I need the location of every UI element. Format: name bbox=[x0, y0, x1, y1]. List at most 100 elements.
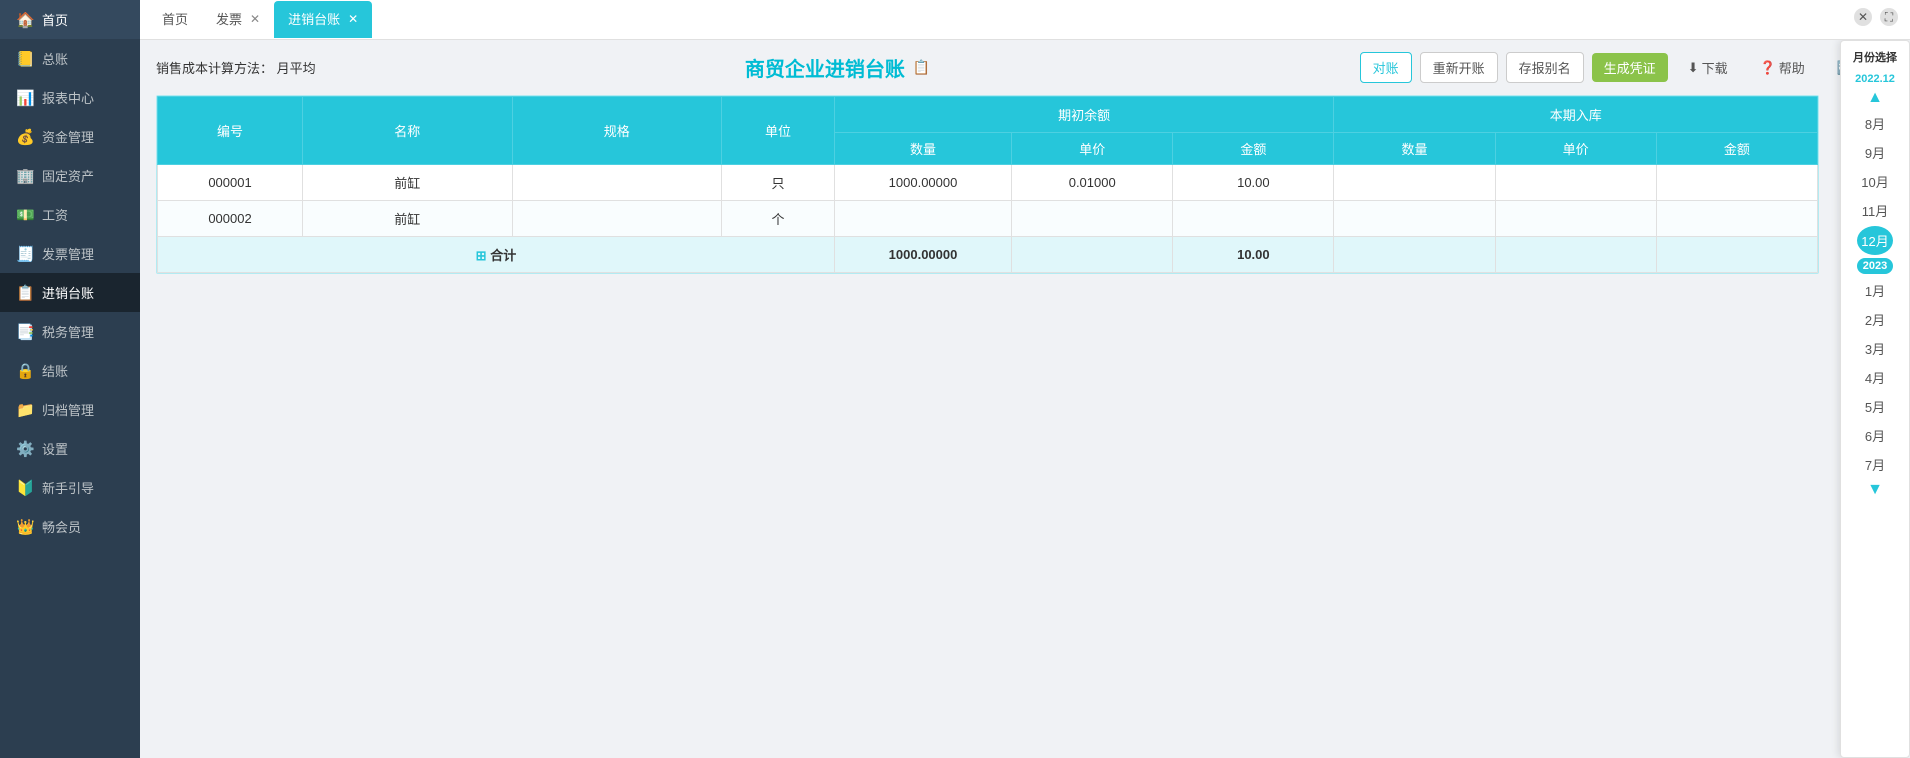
month-item-6[interactable]: 6月 bbox=[1841, 421, 1909, 450]
month-item-11[interactable]: 11月 bbox=[1841, 196, 1909, 225]
guide-icon: 🔰 bbox=[16, 479, 34, 497]
sidebar-item-label: 设置 bbox=[42, 439, 68, 458]
month-item-2[interactable]: 2月 bbox=[1841, 305, 1909, 334]
month-item-8[interactable]: 8月 bbox=[1841, 109, 1909, 138]
sidebar-item-label: 资金管理 bbox=[42, 127, 94, 146]
window-controls: ✕ ⛶ bbox=[1854, 8, 1898, 26]
tab-invoice-close[interactable]: ✕ bbox=[250, 12, 260, 26]
sidebar-item-tax-management[interactable]: 📑 税务管理 bbox=[0, 312, 140, 351]
tab-home[interactable]: 首页 bbox=[148, 1, 202, 38]
table-row[interactable]: 000002 前缸 个 bbox=[158, 201, 1818, 237]
tab-purchase-sales-ledger[interactable]: 进销台账 ✕ bbox=[274, 1, 372, 38]
sidebar-item-fund-management[interactable]: 💰 资金管理 bbox=[0, 117, 140, 156]
generate-voucher-button[interactable]: 生成凭证 bbox=[1592, 53, 1668, 82]
month-nav-down[interactable]: ▼ bbox=[1841, 479, 1909, 501]
total-label: ⊞ 合计 bbox=[158, 237, 835, 273]
help-label: 帮助 bbox=[1779, 58, 1805, 77]
sidebar-item-fixed-assets[interactable]: 🏢 固定资产 bbox=[0, 156, 140, 195]
cost-method-value: 月平均 bbox=[277, 61, 316, 76]
month-item-7[interactable]: 7月 bbox=[1841, 450, 1909, 479]
row-opening-price: 0.01000 bbox=[1012, 165, 1173, 201]
row-spec bbox=[512, 201, 722, 237]
month-item-1[interactable]: 1月 bbox=[1841, 276, 1909, 305]
window-maximize-button[interactable]: ⛶ bbox=[1880, 8, 1898, 26]
row-in-amount bbox=[1656, 165, 1817, 201]
download-label: 下载 bbox=[1702, 58, 1728, 77]
row-in-qty bbox=[1334, 201, 1495, 237]
current-year-label: 2022.12 bbox=[1855, 73, 1895, 85]
sidebar-item-label: 固定资产 bbox=[42, 166, 94, 185]
tab-purchase-sales-close[interactable]: ✕ bbox=[348, 12, 358, 26]
month-panel-title: 月份选择 bbox=[1849, 49, 1901, 65]
tab-bar: 首页 发票 ✕ 进销台账 ✕ ✕ ⛶ bbox=[140, 0, 1910, 40]
main-table-wrapper: 编号 名称 规格 单位 期初余额 本期入库 数量 单价 金额 数量 单价 金额 bbox=[156, 95, 1819, 274]
sidebar-item-label: 总账 bbox=[42, 49, 68, 68]
sidebar-item-label: 发票管理 bbox=[42, 244, 94, 263]
col-in-price: 单价 bbox=[1495, 133, 1656, 165]
month-item-3[interactable]: 3月 bbox=[1841, 334, 1909, 363]
sidebar-item-settings[interactable]: ⚙️ 设置 bbox=[0, 429, 140, 468]
payroll-icon: 💵 bbox=[16, 206, 34, 224]
total-in-qty bbox=[1334, 237, 1495, 273]
sidebar-item-report-center[interactable]: 📊 报表中心 bbox=[0, 78, 140, 117]
sidebar: 🏠 首页 📒 总账 📊 报表中心 💰 资金管理 🏢 固定资产 💵 工资 🧾 发票… bbox=[0, 0, 140, 758]
tab-purchase-sales-label: 进销台账 bbox=[288, 9, 340, 28]
month-nav-up[interactable]: ▲ bbox=[1841, 87, 1909, 109]
month-item-12[interactable]: 12月 bbox=[1857, 226, 1893, 255]
cost-method-info: 销售成本计算方法： 月平均 bbox=[156, 58, 316, 77]
sidebar-item-payroll[interactable]: 💵 工资 bbox=[0, 195, 140, 234]
settings-icon: ⚙️ bbox=[16, 440, 34, 458]
sidebar-item-closing[interactable]: 🔒 结账 bbox=[0, 351, 140, 390]
col-current-in: 本期入库 bbox=[1334, 97, 1818, 133]
tab-invoice[interactable]: 发票 ✕ bbox=[202, 1, 274, 38]
sidebar-item-label: 归档管理 bbox=[42, 400, 94, 419]
home-icon: 🏠 bbox=[16, 11, 34, 29]
total-icon: ⊞ bbox=[476, 248, 487, 263]
row-in-qty bbox=[1334, 165, 1495, 201]
col-code: 编号 bbox=[158, 97, 303, 165]
row-name: 前缸 bbox=[303, 165, 513, 201]
month-item-5[interactable]: 5月 bbox=[1841, 392, 1909, 421]
tab-home-label: 首页 bbox=[162, 9, 188, 28]
row-code: 000001 bbox=[158, 165, 303, 201]
window-close-button[interactable]: ✕ bbox=[1854, 8, 1872, 26]
col-opening-amount: 金额 bbox=[1173, 133, 1334, 165]
fund-icon: 💰 bbox=[16, 128, 34, 146]
download-icon: ⬇ bbox=[1688, 60, 1699, 76]
sidebar-item-purchase-sales[interactable]: 📋 进销台账 bbox=[0, 273, 140, 312]
table-row[interactable]: 000001 前缸 只 1000.00000 0.01000 10.00 bbox=[158, 165, 1818, 201]
membership-icon: 👑 bbox=[16, 518, 34, 536]
reopen-button[interactable]: 重新开账 bbox=[1420, 52, 1498, 83]
year-2023-tag: 2023 bbox=[1857, 258, 1893, 274]
col-period-opening: 期初余额 bbox=[834, 97, 1334, 133]
invoice-icon: 🧾 bbox=[16, 245, 34, 263]
month-item-9[interactable]: 9月 bbox=[1841, 138, 1909, 167]
ledger-icon: 📒 bbox=[16, 50, 34, 68]
page-title: 商贸企业进销台账 📋 bbox=[745, 53, 930, 82]
sidebar-item-label: 首页 bbox=[42, 10, 68, 29]
save-as-button[interactable]: 存报别名 bbox=[1506, 52, 1584, 83]
reconcile-button[interactable]: 对账 bbox=[1360, 52, 1412, 83]
row-code: 000002 bbox=[158, 201, 303, 237]
total-row: ⊞ 合计 1000.00000 10.00 bbox=[158, 237, 1818, 273]
sidebar-item-general-ledger[interactable]: 📒 总账 bbox=[0, 39, 140, 78]
month-selector-panel: 月份选择 2022.12 ▲ 8月 9月 10月 11月 12月 2023 1月… bbox=[1840, 40, 1910, 758]
help-button[interactable]: ❓ 帮助 bbox=[1748, 53, 1817, 82]
purchase-sales-icon: 📋 bbox=[16, 284, 34, 302]
total-opening-qty: 1000.00000 bbox=[834, 237, 1011, 273]
row-in-amount bbox=[1656, 201, 1817, 237]
total-in-amount bbox=[1656, 237, 1817, 273]
help-icon: ❓ bbox=[1760, 60, 1776, 76]
sidebar-item-membership[interactable]: 👑 畅会员 bbox=[0, 507, 140, 546]
month-item-10[interactable]: 10月 bbox=[1841, 167, 1909, 196]
month-item-4[interactable]: 4月 bbox=[1841, 363, 1909, 392]
assets-icon: 🏢 bbox=[16, 167, 34, 185]
download-button[interactable]: ⬇ 下载 bbox=[1676, 53, 1740, 82]
edit-icon[interactable]: 📋 bbox=[913, 59, 930, 76]
main-table: 编号 名称 规格 单位 期初余额 本期入库 数量 单价 金额 数量 单价 金额 bbox=[157, 96, 1818, 273]
sidebar-item-new-guide[interactable]: 🔰 新手引导 bbox=[0, 468, 140, 507]
sidebar-item-home[interactable]: 🏠 首页 bbox=[0, 0, 140, 39]
sidebar-item-archive-management[interactable]: 📁 归档管理 bbox=[0, 390, 140, 429]
sidebar-item-label: 畅会员 bbox=[42, 517, 81, 536]
sidebar-item-invoice-management[interactable]: 🧾 发票管理 bbox=[0, 234, 140, 273]
